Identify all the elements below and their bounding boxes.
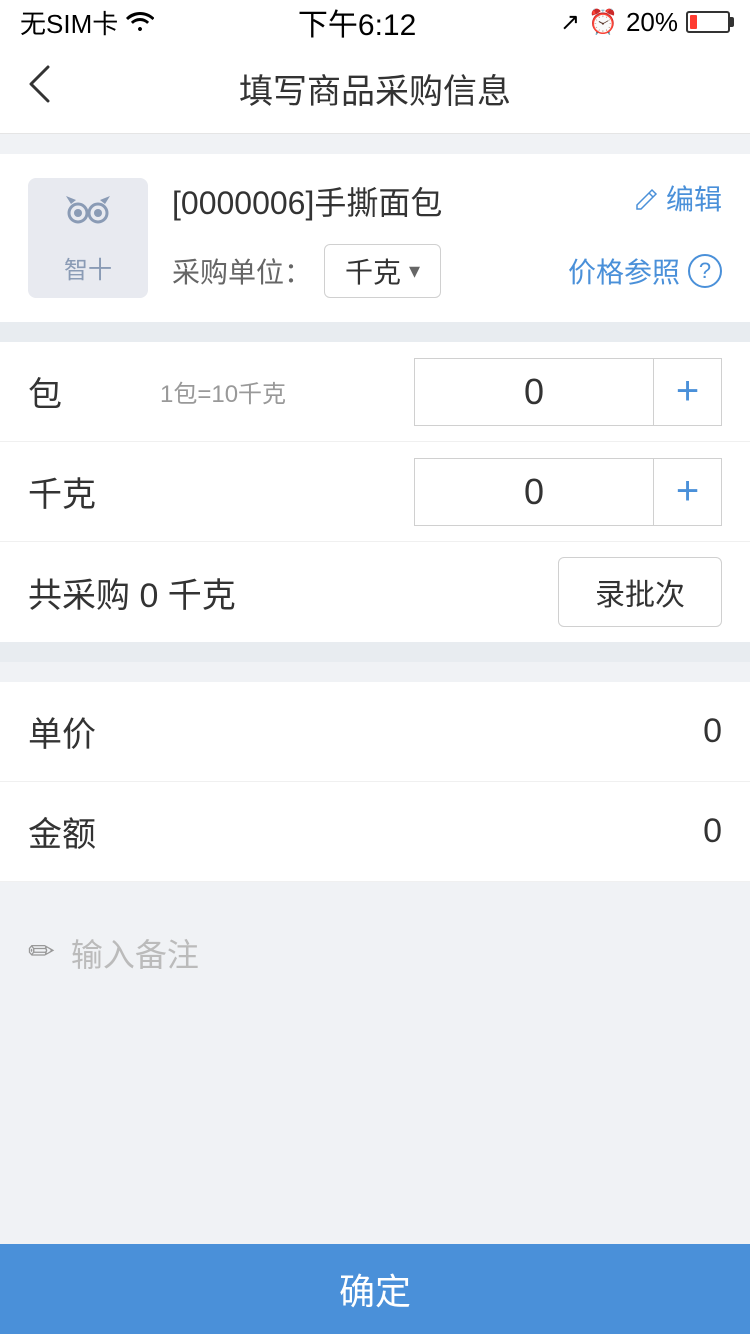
kg-controls: 0 + <box>414 458 722 526</box>
carrier-text: 无SIM卡 <box>20 4 118 41</box>
section-divider-2 <box>0 642 750 662</box>
kg-plus-button[interactable]: + <box>654 458 722 526</box>
unit-price-label: 单价 <box>28 707 96 756</box>
status-time: 下午6:12 <box>298 0 416 44</box>
bao-input[interactable]: 0 <box>414 358 654 426</box>
amount-row: 金额 0 <box>0 782 750 882</box>
bao-label: 包 <box>28 367 148 416</box>
summary-text: 共采购 0 千克 <box>28 568 236 617</box>
product-info: [0000006]手撕面包 编辑 采购单位： 千克 ▾ <box>172 178 722 298</box>
bao-plus-button[interactable]: + <box>654 358 722 426</box>
bottom-spacer <box>0 1022 750 1222</box>
alarm-icon: ⏰ <box>588 8 618 37</box>
wifi-icon <box>126 7 154 38</box>
notes-section[interactable]: ✏ 输入备注 <box>0 902 750 1022</box>
product-name: [0000006]手撕面包 <box>172 178 634 224</box>
bao-sublabel: 1包=10千克 <box>160 374 286 409</box>
price-reference-button[interactable]: 价格参照 ? <box>568 251 722 291</box>
section-divider-1 <box>0 322 750 342</box>
product-logo: 智十 <box>58 191 118 285</box>
status-left: 无SIM卡 <box>20 4 154 41</box>
product-logo-text: 智十 <box>58 250 118 285</box>
confirm-button[interactable]: 确定 <box>0 1244 750 1334</box>
status-right: ↗ ⏰ 20% <box>560 7 730 38</box>
location-icon: ↗ <box>560 8 580 37</box>
back-button[interactable] <box>28 65 50 113</box>
unit-select[interactable]: 千克 ▾ <box>324 244 441 298</box>
product-header: [0000006]手撕面包 编辑 <box>172 178 722 224</box>
record-batch-button[interactable]: 录批次 <box>558 557 722 627</box>
amount-label: 金额 <box>28 807 96 856</box>
unit-price-row: 单价 0 <box>0 682 750 782</box>
bao-controls: 0 + <box>414 358 722 426</box>
info-icon: ? <box>688 254 722 288</box>
page-title: 填写商品采购信息 <box>239 64 511 113</box>
product-card: 智十 [0000006]手撕面包 编辑 采购单位： <box>0 154 750 322</box>
kg-input-row: 千克 0 + <box>0 442 750 542</box>
edit-button[interactable]: 编辑 <box>634 178 722 218</box>
summary-row: 共采购 0 千克 录批次 <box>0 542 750 642</box>
battery-fill <box>690 15 697 29</box>
kg-input[interactable]: 0 <box>414 458 654 526</box>
battery-icon <box>686 11 730 33</box>
product-image: 智十 <box>28 178 148 298</box>
kg-label: 千克 <box>28 467 148 516</box>
product-unit-row: 采购单位： 千克 ▾ 价格参照 ? <box>172 244 722 298</box>
notes-icon: ✏ <box>28 932 55 970</box>
nav-bar: 填写商品采购信息 <box>0 44 750 134</box>
status-bar: 无SIM卡 下午6:12 ↗ ⏰ 20% <box>0 0 750 44</box>
price-section: 单价 0 金额 0 <box>0 682 750 882</box>
input-section: 包 1包=10千克 0 + 千克 0 + <box>0 342 750 642</box>
main-content: 智十 [0000006]手撕面包 编辑 采购单位： <box>0 154 750 1222</box>
amount-value: 0 <box>703 812 722 851</box>
unit-dropdown-arrow: ▾ <box>409 258 420 284</box>
bao-input-row: 包 1包=10千克 0 + <box>0 342 750 442</box>
confirm-button-label: 确定 <box>339 1263 411 1315</box>
unit-label: 采购单位： <box>172 251 312 291</box>
battery-percent: 20% <box>626 7 678 38</box>
unit-price-value: 0 <box>703 712 722 751</box>
notes-placeholder: 输入备注 <box>71 930 199 976</box>
